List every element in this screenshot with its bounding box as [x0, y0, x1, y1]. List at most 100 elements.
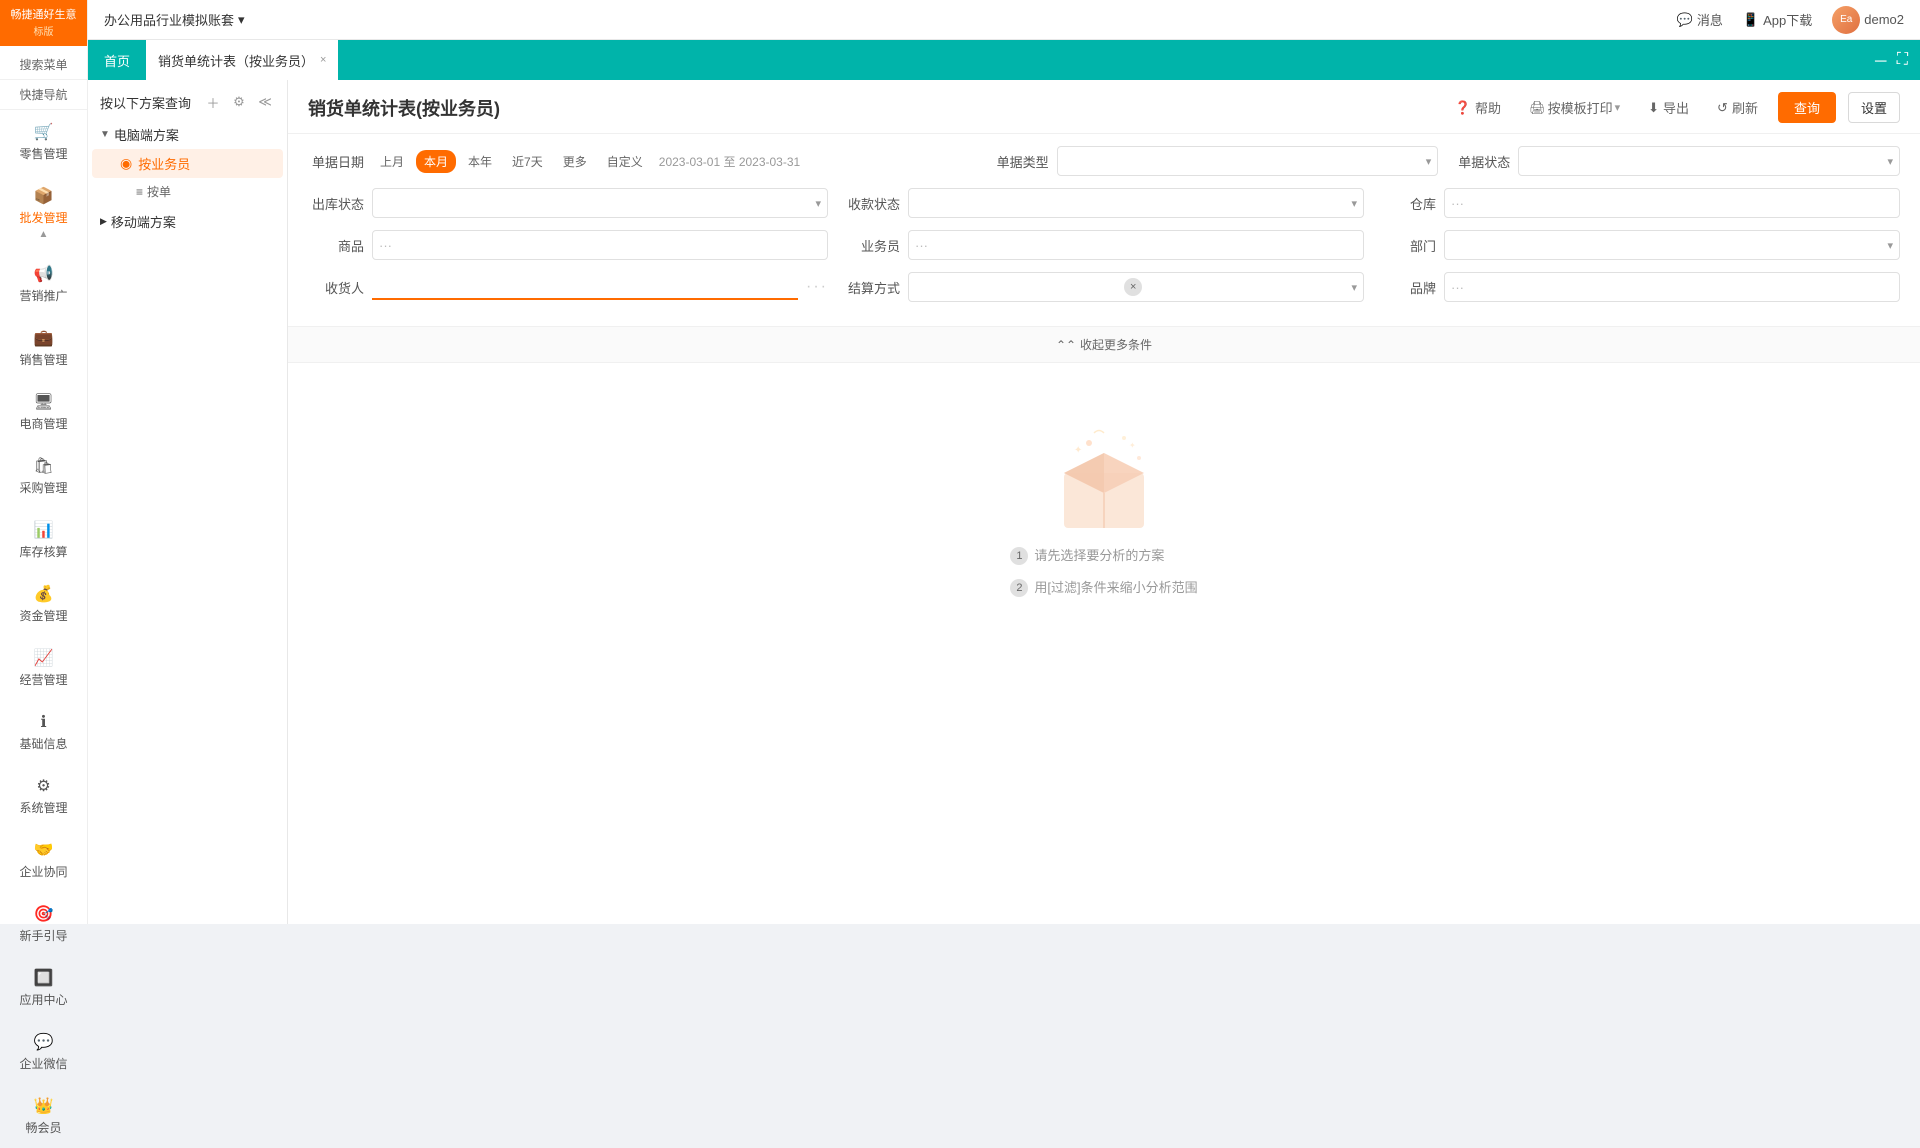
apps-label: 应用中心 [19, 991, 67, 1008]
goods-select[interactable]: ··· [372, 230, 828, 260]
date-tab-custom[interactable]: 自定义 [599, 150, 651, 173]
marketing-label: 营销推广 [19, 287, 67, 304]
tree-section: ▼ 电脑端方案 ◉ 按业务员 ≡ 按单 ▶ 移动端方案 [88, 120, 287, 236]
receipt-status-select[interactable]: ▾ [908, 188, 1364, 218]
date-tab-last-month[interactable]: 上月 [372, 150, 412, 173]
desktop-group-header[interactable]: ▼ 电脑端方案 [92, 120, 283, 149]
empty-state: ✦ ✦ 1 请先选择要分析的方案 2 用[过滤]条件来缩小分析范围 [288, 363, 1920, 661]
message-button[interactable]: 💬 消息 [1677, 10, 1723, 29]
sidebar-item-marketing[interactable]: 📢 营销推广 [0, 252, 87, 316]
filter-row-2: 出库状态 ▾ 收款状态 ▾ 仓库 [308, 188, 1900, 218]
out-status-label: 出库状态 [308, 194, 364, 213]
sidebar-item-newuser[interactable]: 🎯 新手引导 [0, 892, 87, 956]
tab-maximize-button[interactable]: ⛶ [1897, 51, 1908, 69]
sales-icon: 💼 [34, 328, 54, 348]
sidebar-item-enterprise[interactable]: 🤝 企业协同 [0, 828, 87, 892]
filter-area: 单据日期 上月 本月 本年 近7天 更多 自定义 2023-03-01 至 20… [288, 134, 1920, 326]
sidebar-item-inventory[interactable]: 📊 库存核算 [0, 508, 87, 572]
desktop-group-expand-icon: ▼ [100, 129, 110, 140]
search-menu[interactable]: 搜索菜单 [0, 46, 87, 80]
warehouse-select[interactable]: ··· [1444, 188, 1900, 218]
sidebar-item-retail[interactable]: 🛒 零售管理 [0, 110, 87, 174]
mobile-group-expand-icon: ▶ [100, 216, 107, 227]
system-icon: ⚙ [36, 776, 50, 796]
retail-label: 零售管理 [19, 145, 67, 162]
tree-item-by-order[interactable]: ≡ 按单 [92, 178, 283, 205]
add-scheme-button[interactable]: ＋ [203, 92, 223, 112]
doc-status-filter: 单据状态 ▾ [1454, 146, 1900, 176]
sidebar-item-basics[interactable]: ℹ 基础信息 [0, 700, 87, 764]
tab-close-button[interactable]: × [320, 54, 326, 66]
download-icon: 📱 [1743, 12, 1759, 28]
receipt-status-arrow-icon: ▾ [1351, 197, 1357, 210]
consignee-filter: 收货人 ··· [308, 275, 828, 300]
wechat-label: 企业微信 [19, 1055, 67, 1072]
avatar: Ea [1832, 6, 1860, 34]
print-button[interactable]: 🖨 按模板打印 ▾ [1521, 94, 1628, 121]
mobile-group-label: 移动端方案 [111, 212, 176, 231]
query-button[interactable]: 查询 [1778, 92, 1836, 123]
doc-status-arrow-icon: ▾ [1887, 155, 1893, 168]
sidebar-item-purchase[interactable]: 🛍 采购管理 [0, 444, 87, 508]
order-scheme-icon: ≡ [136, 185, 143, 199]
sidebar-item-finance[interactable]: 💰 资金管理 [0, 572, 87, 636]
industry-dropdown-icon: ▾ [238, 12, 245, 28]
help-icon: ❓ [1455, 100, 1471, 116]
consignee-input[interactable] [372, 275, 798, 300]
doc-type-select[interactable]: ▾ [1057, 146, 1439, 176]
payment-method-select[interactable]: × ▾ [908, 272, 1364, 302]
date-tab-this-month[interactable]: 本月 [416, 150, 456, 173]
wholesale-arrow-icon: ▲ [39, 229, 49, 240]
export-button[interactable]: ⬇ 导出 [1640, 94, 1697, 121]
page-header: 销货单统计表(按业务员) ❓ 帮助 🖨 按模板打印 ▾ ⬇ 导出 [288, 80, 1920, 134]
sidebar-item-operations[interactable]: 📈 经营管理 [0, 636, 87, 700]
mobile-group-header[interactable]: ▶ 移动端方案 [92, 207, 283, 236]
dept-select[interactable]: ▾ [1444, 230, 1900, 260]
sidebar-item-apps[interactable]: 🔲 应用中心 [0, 956, 87, 1020]
refresh-button[interactable]: ↺ 刷新 [1709, 94, 1766, 121]
sidebar-item-wholesale[interactable]: 📦 批发管理 ▲ [0, 174, 87, 252]
date-tab-this-year[interactable]: 本年 [460, 150, 500, 173]
collapse-bar: ⌃⌃ 收起更多条件 [288, 326, 1920, 363]
settings-button[interactable]: 设置 [1848, 92, 1900, 123]
brand-select[interactable]: ··· [1444, 272, 1900, 302]
salesperson-select[interactable]: ··· [908, 230, 1364, 260]
sidebar-item-system[interactable]: ⚙ 系统管理 [0, 764, 87, 828]
date-tab-more[interactable]: 更多 [555, 150, 595, 173]
sidebar-item-ecommerce[interactable]: 🖥 电商管理 [0, 380, 87, 444]
user-menu[interactable]: Ea demo2 [1832, 6, 1904, 34]
app-download-button[interactable]: 📱 App下载 [1743, 10, 1812, 29]
sidebar-item-member[interactable]: 👑 畅会员 [0, 1084, 87, 1148]
sidebar-item-wechat[interactable]: 💬 企业微信 [0, 1020, 87, 1084]
left-panel: 按以下方案查询 ＋ ⚙ ≪ ▼ 电脑端方案 ◉ 按业务员 [88, 80, 288, 924]
print-icon: 🖨 [1529, 100, 1546, 116]
tab-active[interactable]: 销货单统计表（按业务员） × [146, 40, 338, 80]
consignee-dots[interactable]: ··· [806, 278, 828, 296]
print-arrow-icon: ▾ [1615, 101, 1621, 114]
date-tab-last-7-days[interactable]: 近7天 [504, 150, 551, 173]
app-logo[interactable]: 畅捷通好生意 标版 [0, 0, 87, 46]
payment-method-clear-button[interactable]: × [1124, 278, 1142, 296]
page-actions: ❓ 帮助 🖨 按模板打印 ▾ ⬇ 导出 ↺ 刷新 [1447, 92, 1900, 123]
collapse-button[interactable]: ⌃⌃ 收起更多条件 [1046, 333, 1162, 356]
tab-minimize-button[interactable]: － [1873, 48, 1889, 72]
out-status-select[interactable]: ▾ [372, 188, 828, 218]
sidebar-item-sales[interactable]: 💼 销售管理 [0, 316, 87, 380]
desktop-group: ▼ 电脑端方案 ◉ 按业务员 ≡ 按单 [92, 120, 283, 205]
enterprise-icon: 🤝 [34, 840, 54, 860]
help-button[interactable]: ❓ 帮助 [1447, 94, 1509, 121]
doc-status-select[interactable]: ▾ [1518, 146, 1900, 176]
system-label: 系统管理 [19, 799, 67, 816]
download-label: App下载 [1763, 10, 1812, 29]
tree-item-by-salesperson[interactable]: ◉ 按业务员 [92, 149, 283, 178]
filter-row-1: 单据日期 上月 本月 本年 近7天 更多 自定义 2023-03-01 至 20… [308, 146, 1900, 176]
goods-filter: 商品 ··· [308, 230, 828, 260]
message-label: 消息 [1697, 10, 1723, 29]
newuser-icon: 🎯 [34, 904, 54, 924]
collapse-panel-button[interactable]: ≪ [255, 92, 275, 112]
empty-hint-2: 2 用[过滤]条件来缩小分析范围 [1010, 575, 1197, 601]
scheme-settings-button[interactable]: ⚙ [229, 92, 249, 112]
tab-home[interactable]: 首页 [88, 40, 146, 80]
industry-selector[interactable]: 办公用品行业模拟账套 ▾ [104, 10, 245, 29]
quick-nav[interactable]: 快捷导航 [0, 80, 87, 110]
